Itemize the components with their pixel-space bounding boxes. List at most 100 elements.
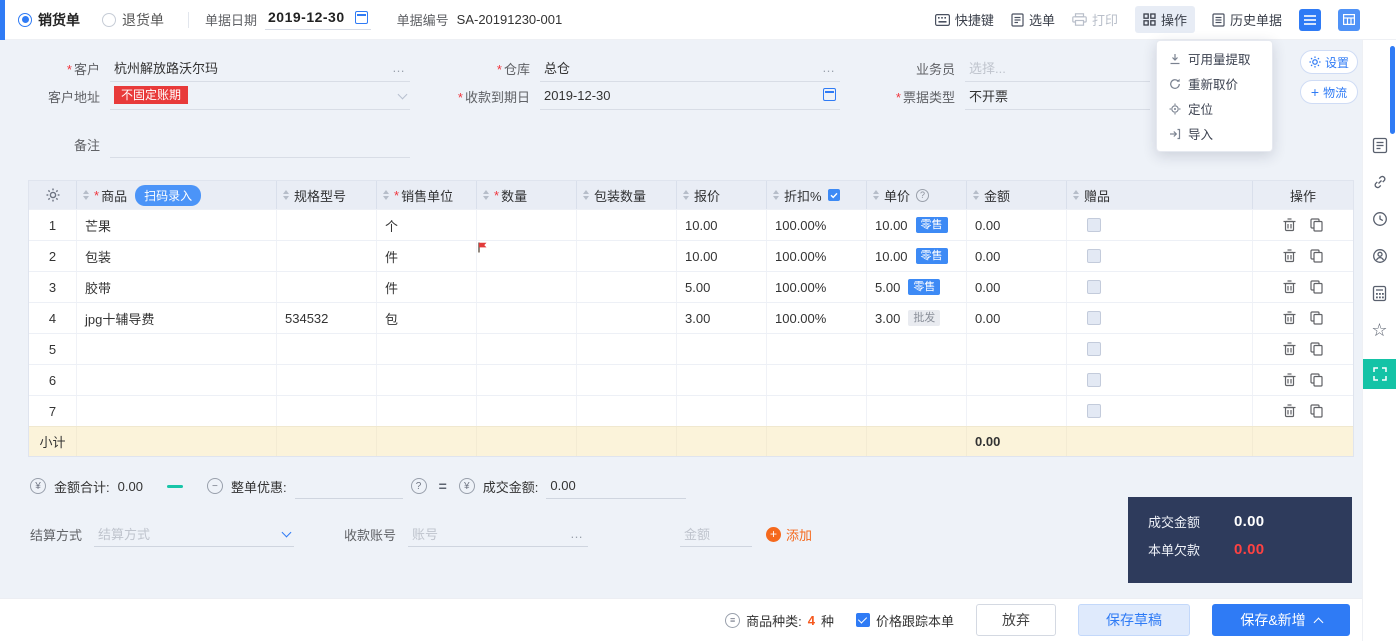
cell-gift[interactable] [1067,272,1253,302]
order-discount-input[interactable] [294,473,403,499]
cell-amount[interactable]: 0.00 [967,303,1067,333]
cell-discount[interactable]: 100.00% [767,303,867,333]
column-header-price[interactable]: 单价? [867,181,967,209]
cell-amount[interactable] [967,365,1067,395]
link-icon[interactable] [1371,173,1389,191]
cell-unit[interactable]: 件 [377,272,477,302]
column-header-gift[interactable]: 赠品 [1067,181,1253,209]
cell-discount[interactable]: 100.00% [767,241,867,271]
cell-product[interactable] [77,396,277,426]
cell-gift[interactable] [1067,396,1253,426]
calendar-icon[interactable] [823,87,836,101]
cell-amount[interactable] [967,334,1067,364]
cell-amount[interactable] [967,396,1067,426]
sort-icon[interactable] [583,190,589,200]
cell-spec[interactable]: 534532 [277,303,377,333]
gear-icon[interactable] [46,188,60,202]
calendar-icon-wrap[interactable] [823,87,836,104]
cell-pkg-qty[interactable] [577,272,677,302]
pick-order-button[interactable]: 选单 [1011,10,1055,29]
gift-checkbox[interactable] [1087,342,1101,356]
scrollbar-thumb[interactable] [1390,46,1395,134]
menu-item-refetch-price[interactable]: 重新取价 [1157,71,1272,96]
due-date-input[interactable]: 2019-12-30 [540,82,840,110]
cell-qty[interactable] [477,210,577,240]
delete-row-icon[interactable] [1283,342,1296,356]
gift-checkbox[interactable] [1087,280,1101,294]
cell-unit[interactable] [377,396,477,426]
note-icon[interactable] [1371,136,1389,154]
invoice-type-input[interactable]: 不开票 [965,82,1150,110]
copy-row-icon[interactable] [1310,404,1323,418]
cell-price[interactable]: 10.00 零售 [867,241,967,271]
gift-checkbox[interactable] [1087,218,1101,232]
cell-qty[interactable] [477,272,577,302]
delete-row-icon[interactable] [1283,280,1296,294]
cell-product[interactable] [77,334,277,364]
cell-discount[interactable]: 100.00% [767,210,867,240]
remark-input[interactable] [110,130,410,158]
cell-qty[interactable] [477,241,577,271]
cell-product[interactable]: 芒果 [77,210,277,240]
cell-unit[interactable]: 包 [377,303,477,333]
cell-discount[interactable] [767,365,867,395]
add-payment-button[interactable]: + 添加 [766,525,812,544]
cell-unit[interactable]: 个 [377,210,477,240]
gift-checkbox[interactable] [1087,404,1101,418]
action-menu-button[interactable]: 操作 [1134,6,1195,33]
column-header-spec[interactable]: 规格型号 [277,181,377,209]
column-header-qty[interactable]: * 数量 [477,181,577,209]
price-type-tag[interactable]: 批发 [908,310,941,326]
cell-pkg-qty[interactable] [577,365,677,395]
cell-amount[interactable]: 0.00 [967,210,1067,240]
column-header-quote[interactable]: 报价 [677,181,767,209]
cell-product[interactable]: jpg十辅导费 [77,303,277,333]
copy-row-icon[interactable] [1310,280,1323,294]
cell-spec[interactable] [277,365,377,395]
delete-row-icon[interactable] [1283,373,1296,387]
calculator-icon[interactable] [1371,284,1389,302]
account-input[interactable]: 账号 … [408,521,589,547]
cell-spec[interactable] [277,241,377,271]
column-settings-header[interactable] [29,181,77,209]
delete-row-icon[interactable] [1283,311,1296,325]
copy-row-icon[interactable] [1310,249,1323,263]
doc-date-input[interactable]: 2019-12-30 [265,9,371,30]
cell-product[interactable]: 胶带 [77,272,277,302]
expand-icon[interactable] [1362,359,1396,389]
price-type-tag[interactable]: 零售 [915,248,948,264]
table-view-button[interactable] [1338,8,1360,31]
cell-quote[interactable]: 3.00 [677,303,767,333]
logistics-button[interactable]: + 物流 [1300,80,1358,104]
settings-button[interactable]: 设置 [1300,50,1358,74]
doc-type-sales-radio[interactable]: 销货单 [18,10,80,30]
price-track-checkbox[interactable] [855,613,870,627]
cell-spec[interactable] [277,210,377,240]
menu-item-available-qty[interactable]: 可用量提取 [1157,46,1272,71]
cell-gift[interactable] [1067,303,1253,333]
sort-icon[interactable] [973,190,979,200]
gift-checkbox[interactable] [1087,249,1101,263]
scan-input-badge[interactable]: 扫码录入 [135,184,202,206]
doc-type-return-radio[interactable]: 退货单 [102,10,164,30]
cell-gift[interactable] [1067,334,1253,364]
cell-quote[interactable] [677,334,767,364]
cell-spec[interactable] [277,334,377,364]
ellipsis-icon[interactable]: … [822,60,836,75]
calendar-icon[interactable] [354,10,368,24]
cell-amount[interactable]: 0.00 [967,272,1067,302]
delete-row-icon[interactable] [1283,249,1296,263]
cell-price[interactable]: 3.00 批发 [867,303,967,333]
cell-price[interactable]: 10.00 零售 [867,210,967,240]
cell-price[interactable] [867,334,967,364]
chevron-down-icon[interactable] [397,89,408,99]
cell-discount[interactable] [767,334,867,364]
collapse-dash-icon[interactable] [166,484,183,488]
cell-spec[interactable] [277,272,377,302]
history-button[interactable]: 历史单据 [1212,10,1282,29]
column-header-discount[interactable]: 折扣% [767,181,867,209]
cell-quote[interactable]: 5.00 [677,272,767,302]
salesman-input[interactable]: 选择... [965,54,1150,82]
customer-input[interactable]: 杭州解放路沃尔玛 … [110,54,410,82]
equals-icon[interactable]: = [439,478,447,494]
